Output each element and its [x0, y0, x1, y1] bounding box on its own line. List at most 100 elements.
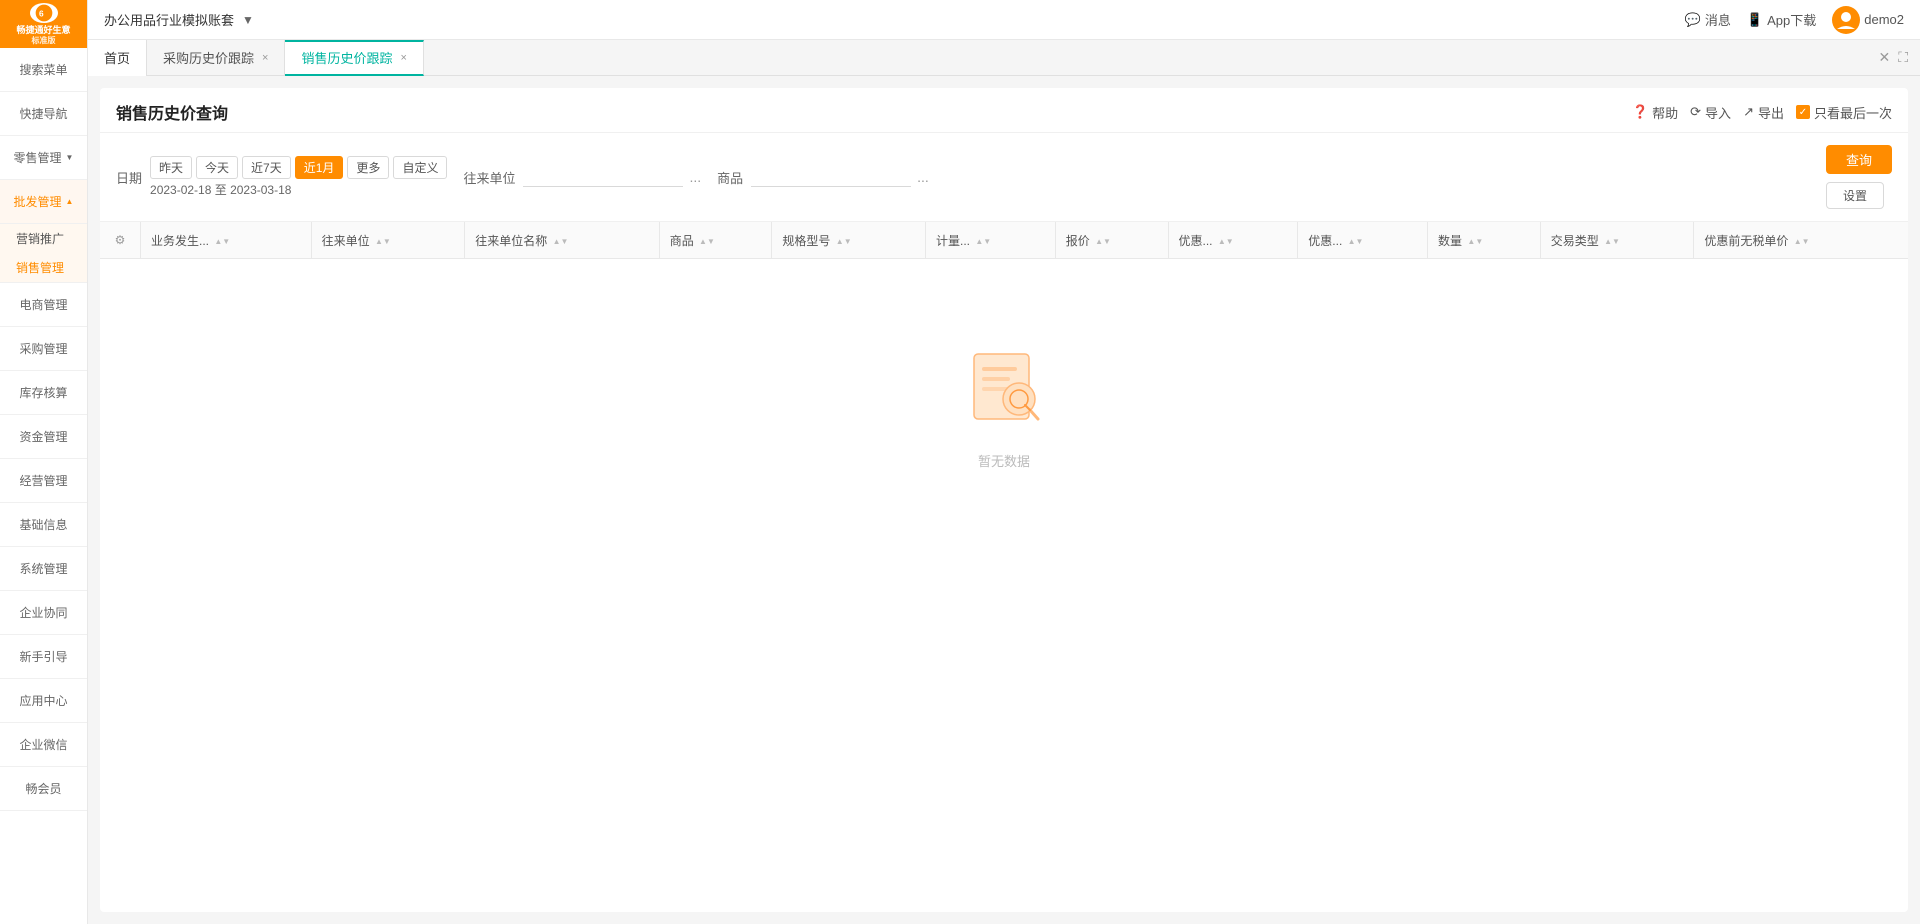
- date-btn-custom[interactable]: 自定义: [393, 156, 447, 179]
- partner-input[interactable]: [523, 168, 683, 187]
- table-col-spec[interactable]: 规格型号 ▲▼: [772, 222, 926, 259]
- col-quantity-label: 数量: [1438, 234, 1462, 248]
- table-col-goods[interactable]: 商品 ▲▼: [659, 222, 772, 259]
- goods-filter-group: 商品 ...: [717, 168, 929, 187]
- message-icon: 💬: [1685, 12, 1701, 28]
- fullscreen-icon[interactable]: ⛶: [1898, 49, 1908, 66]
- sort-icon: ▲▼: [553, 237, 569, 246]
- sidebar-item-label: 企业微信: [19, 736, 67, 753]
- app-icon: 📱: [1747, 12, 1763, 28]
- date-btn-7days[interactable]: 近7天: [242, 156, 291, 179]
- tab-purchase-history-close[interactable]: ×: [262, 52, 268, 64]
- setting-button[interactable]: 设置: [1826, 182, 1884, 209]
- username-label: demo2: [1864, 12, 1904, 27]
- tab-purchase-history[interactable]: 采购历史价跟踪 ×: [147, 40, 285, 76]
- sidebar-item-search-menu[interactable]: 搜索菜单: [0, 48, 87, 92]
- col-trade-type-label: 交易类型: [1551, 234, 1599, 248]
- sort-icon: ▲▼: [214, 237, 230, 246]
- sidebar-item-ecommerce[interactable]: 电商管理: [0, 283, 87, 327]
- message-button[interactable]: 💬 消息: [1685, 10, 1731, 29]
- chevron-up-icon: ▲: [66, 197, 74, 206]
- date-btn-today[interactable]: 今天: [196, 156, 238, 179]
- help-button[interactable]: ❓ 帮助: [1632, 103, 1678, 122]
- sort-icon: ▲▼: [1348, 237, 1364, 246]
- sidebar-item-label: 库存核算: [19, 384, 67, 401]
- sidebar-item-retail-mgmt[interactable]: 零售管理 ▼: [0, 136, 87, 180]
- query-button[interactable]: 查询: [1826, 145, 1892, 174]
- user-menu[interactable]: demo2: [1832, 6, 1904, 34]
- tabbar: 首页 采购历史价跟踪 × 销售历史价跟踪 × ✕ ⛶: [88, 40, 1920, 76]
- table-col-trade-type[interactable]: 交易类型 ▲▼: [1540, 222, 1694, 259]
- wholesale-mgmt-sub: 营销推广 销售管理: [0, 224, 87, 283]
- app-download-button[interactable]: 📱 App下载: [1747, 10, 1816, 29]
- table-col-discount2[interactable]: 优惠... ▲▼: [1298, 222, 1428, 259]
- tab-sales-history-close[interactable]: ×: [400, 52, 406, 64]
- sidebar-item-operations[interactable]: 经营管理: [0, 459, 87, 503]
- goods-input[interactable]: [751, 168, 911, 187]
- sidebar-item-label: 采购管理: [19, 340, 67, 357]
- tab-home-label: 首页: [104, 48, 130, 67]
- import-icon: ⟳: [1690, 104, 1701, 120]
- sidebar-item-label: 零售管理: [14, 149, 62, 166]
- only-last-label: 只看最后一次: [1814, 103, 1892, 122]
- tab-sales-history[interactable]: 销售历史价跟踪 ×: [285, 40, 423, 76]
- table-col-quantity[interactable]: 数量 ▲▼: [1428, 222, 1541, 259]
- sidebar-item-purchase-mgmt[interactable]: 采购管理: [0, 327, 87, 371]
- col-discount2-label: 优惠...: [1308, 234, 1342, 248]
- table-col-price[interactable]: 报价 ▲▼: [1055, 222, 1168, 259]
- sidebar-item-label: 经营管理: [19, 472, 67, 489]
- close-all-icon[interactable]: ✕: [1878, 49, 1890, 66]
- sidebar-item-enterprise[interactable]: 企业协同: [0, 591, 87, 635]
- partner-input-group: ...: [523, 168, 701, 187]
- svg-text:6: 6: [39, 8, 44, 18]
- avatar: [1832, 6, 1860, 34]
- table-col-unit[interactable]: 计量... ▲▼: [926, 222, 1056, 259]
- sidebar-sub-item-marketing[interactable]: 营销推广: [0, 224, 87, 253]
- only-last-checkbox[interactable]: ✓ 只看最后一次: [1796, 103, 1892, 122]
- sidebar-item-app-center[interactable]: 应用中心: [0, 679, 87, 723]
- goods-dots-button[interactable]: ...: [917, 169, 929, 185]
- import-button[interactable]: ⟳ 导入: [1690, 103, 1731, 122]
- import-label: 导入: [1705, 103, 1731, 122]
- logo-icon: 6: [30, 3, 58, 23]
- message-label: 消息: [1705, 10, 1731, 29]
- topbar-dropdown[interactable]: ▼: [242, 13, 254, 27]
- partner-filter-group: 往来单位 ...: [463, 168, 701, 187]
- table-col-discount1[interactable]: 优惠... ▲▼: [1168, 222, 1298, 259]
- chevron-down-icon: ▼: [66, 153, 74, 162]
- tab-home[interactable]: 首页: [88, 40, 147, 76]
- col-pretax-price-label: 优惠前无税单价: [1704, 234, 1788, 248]
- table-col-partner-name[interactable]: 往来单位名称 ▲▼: [465, 222, 659, 259]
- sidebar-item-new-guide[interactable]: 新手引导: [0, 635, 87, 679]
- date-btn-more[interactable]: 更多: [347, 156, 389, 179]
- sidebar-item-label: 系统管理: [19, 560, 67, 577]
- partner-dots-button[interactable]: ...: [689, 169, 701, 185]
- sidebar-item-basic-info[interactable]: 基础信息: [0, 503, 87, 547]
- table-col-partner-code[interactable]: 往来单位 ▲▼: [311, 222, 465, 259]
- table-col-pretax-price[interactable]: 优惠前无税单价 ▲▼: [1694, 222, 1908, 259]
- filter-actions: 查询 设置: [1826, 145, 1892, 209]
- sidebar-item-wholesale-mgmt[interactable]: 批发管理 ▲: [0, 180, 87, 224]
- date-btn-yesterday[interactable]: 昨天: [150, 156, 192, 179]
- export-label: 导出: [1758, 103, 1784, 122]
- app-download-label: App下载: [1767, 10, 1816, 29]
- sort-icon: ▲▼: [1604, 237, 1620, 246]
- sidebar-item-shortcut[interactable]: 快捷导航: [0, 92, 87, 136]
- content: 销售历史价查询 ❓ 帮助 ⟳ 导入 ↗ 导出 ✓: [88, 76, 1920, 924]
- date-btn-1month[interactable]: 近1月: [295, 156, 344, 179]
- col-spec-label: 规格型号: [782, 234, 830, 248]
- sidebar-sub-item-sales-mgmt[interactable]: 销售管理: [0, 253, 87, 282]
- sidebar-item-wechat[interactable]: 企业微信: [0, 723, 87, 767]
- table-col-business-date[interactable]: 业务发生... ▲▼: [141, 222, 312, 259]
- sidebar: 6 畅捷通好生意 标准版 搜索菜单 快捷导航 零售管理 ▼ 批发管理 ▲ 营销推…: [0, 0, 88, 924]
- empty-state: 暂无数据: [100, 259, 1908, 550]
- gear-icon[interactable]: ⚙: [110, 230, 130, 250]
- empty-illustration: [954, 339, 1054, 439]
- sidebar-item-label: 批发管理: [14, 193, 62, 210]
- sidebar-item-system[interactable]: 系统管理: [0, 547, 87, 591]
- sidebar-item-inventory[interactable]: 库存核算: [0, 371, 87, 415]
- sidebar-item-finance[interactable]: 资金管理: [0, 415, 87, 459]
- sidebar-item-label: 畅会员: [25, 780, 61, 797]
- sidebar-item-member[interactable]: 畅会员: [0, 767, 87, 811]
- export-button[interactable]: ↗ 导出: [1743, 103, 1784, 122]
